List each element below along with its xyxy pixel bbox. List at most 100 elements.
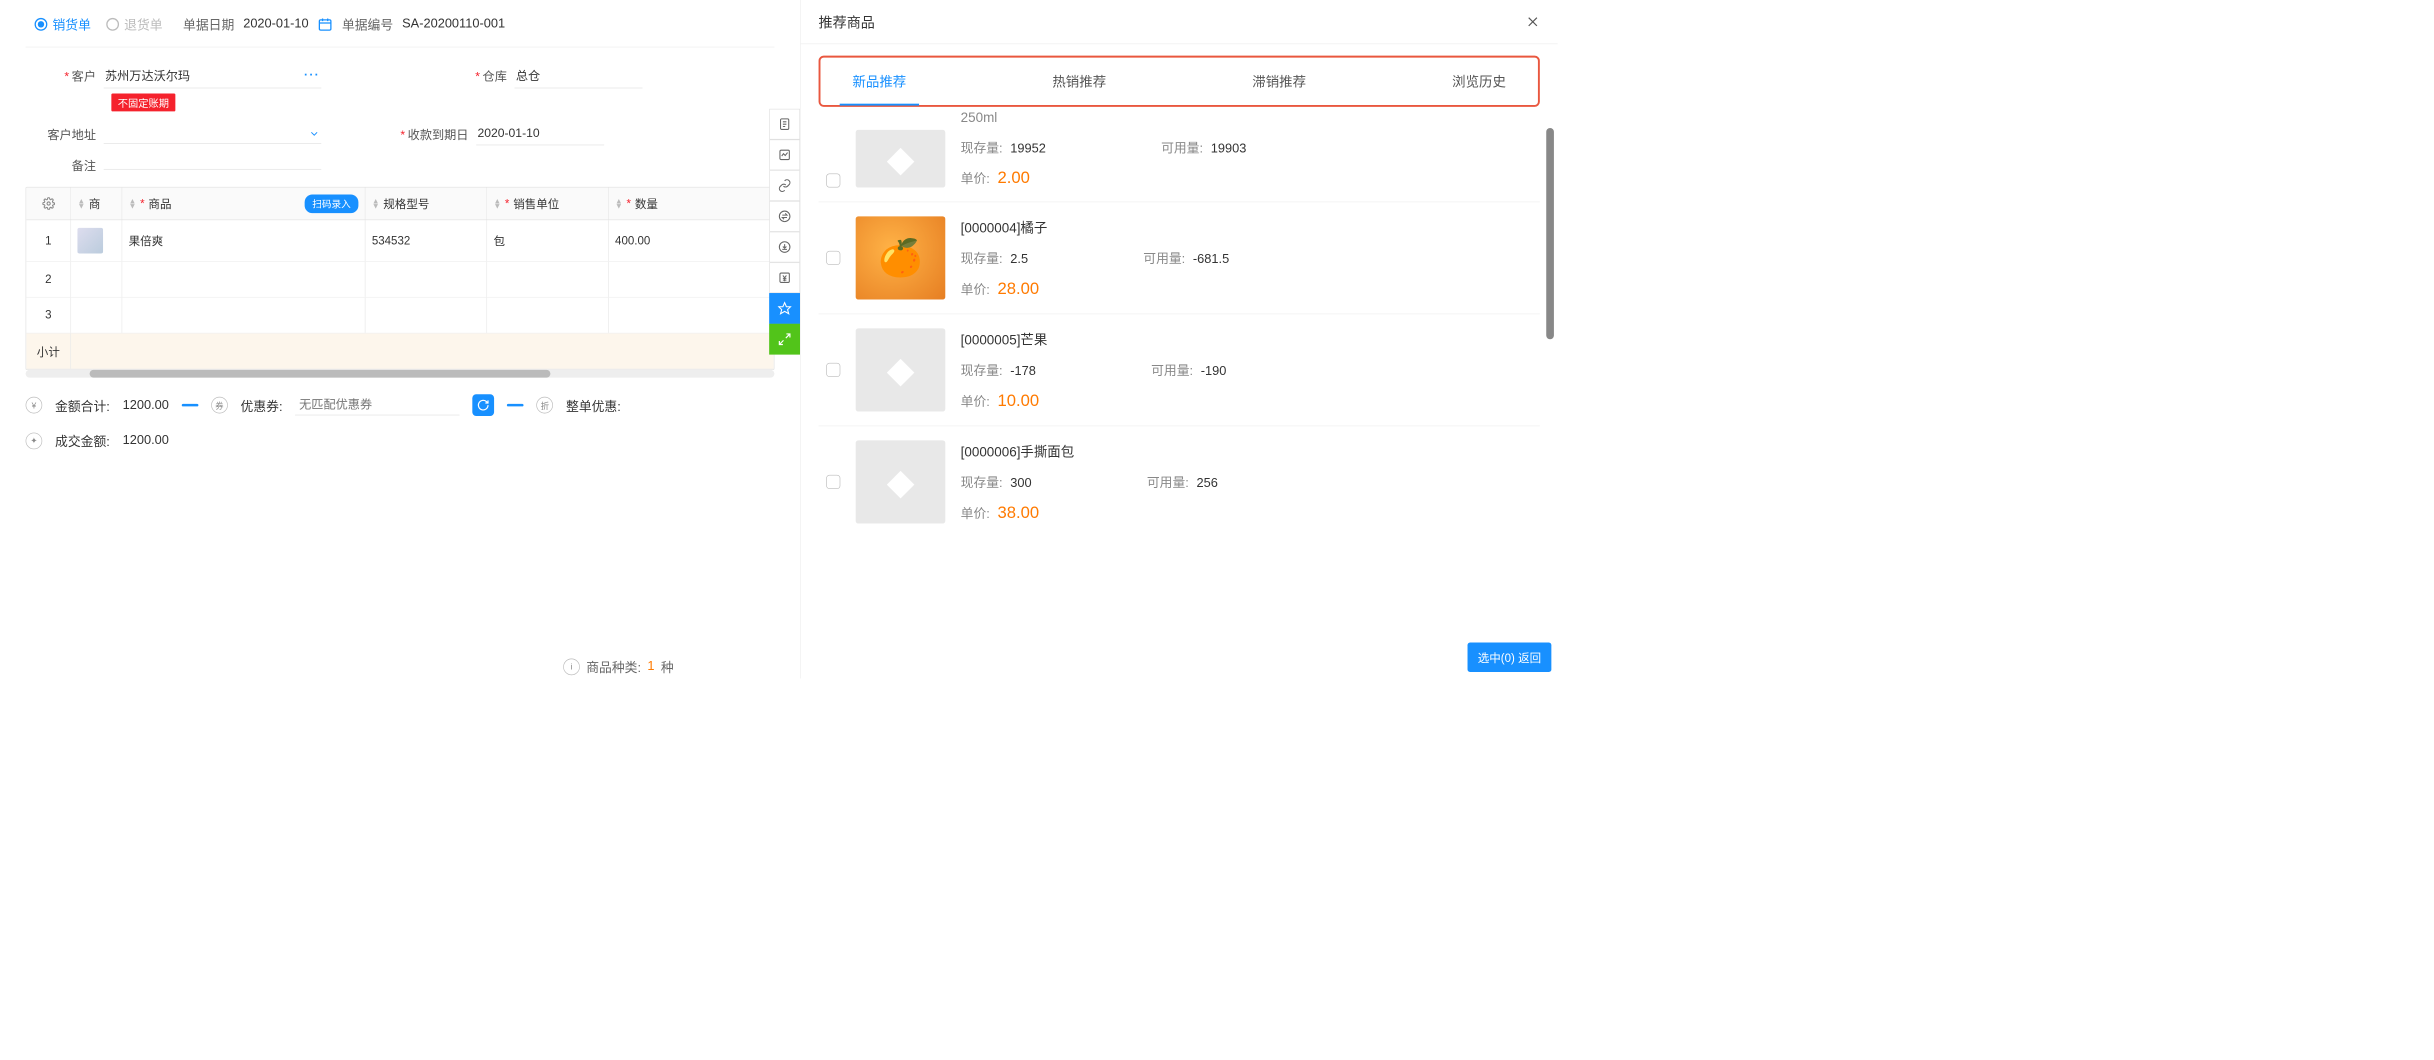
price-label: 单价: xyxy=(961,507,990,521)
deal-amount-label: 成交金额: xyxy=(55,431,110,450)
tab-slow-recommend[interactable]: 滞销推荐 xyxy=(1246,58,1313,105)
column-unit-header[interactable]: ▲▼ * 销售单位 xyxy=(487,188,609,220)
row-index: 2 xyxy=(26,262,71,297)
stock-value: -178 xyxy=(1010,364,1036,378)
panel-title: 推荐商品 xyxy=(819,12,875,32)
address-input[interactable] xyxy=(104,124,322,144)
column-settings[interactable] xyxy=(26,188,71,220)
doc-number-value: SA-20200110-001 xyxy=(402,17,505,32)
kinds-suffix: 种 xyxy=(661,657,674,676)
tool-link-icon[interactable] xyxy=(769,170,800,201)
radio-sales-order[interactable]: 销货单 xyxy=(35,15,91,34)
product-checkbox[interactable] xyxy=(826,251,840,265)
minus-icon xyxy=(507,404,524,407)
tool-document-icon[interactable] xyxy=(769,109,800,140)
stock-value: 2.5 xyxy=(1010,252,1028,266)
tool-currency-icon[interactable] xyxy=(769,262,800,293)
avail-label: 可用量: xyxy=(1147,476,1189,490)
product-title: [0000004]橘子 xyxy=(961,218,1540,237)
column-name-header[interactable]: ▲▼ * 商品 扫码录入 xyxy=(122,188,365,220)
order-discount-label: 整单优惠: xyxy=(566,396,621,415)
row-thumbnail xyxy=(71,220,122,261)
row-index: 1 xyxy=(26,220,71,261)
deal-icon: ✦ xyxy=(26,432,43,449)
warehouse-label: 仓库 xyxy=(436,67,506,84)
product-title: 250ml xyxy=(961,111,1540,126)
row-product-name[interactable]: 果倍爽 xyxy=(122,220,365,261)
due-input[interactable]: 2020-01-10 xyxy=(476,123,604,145)
vertical-scrollbar[interactable] xyxy=(1546,128,1554,339)
tool-expand-icon[interactable] xyxy=(769,324,800,355)
customer-label: 客户 xyxy=(26,67,96,84)
list-item[interactable]: 🍊 [0000004]橘子 现存量:2.5 可用量:-681.5 单价:28.0… xyxy=(819,202,1540,314)
tool-exchange-icon[interactable] xyxy=(769,201,800,232)
table-row[interactable]: 3 xyxy=(26,298,774,334)
horizontal-scrollbar[interactable] xyxy=(26,370,775,378)
table-row[interactable]: 2 xyxy=(26,262,774,298)
avail-value: -190 xyxy=(1201,364,1227,378)
list-item[interactable]: ◆ [0000006]手撕面包 现存量:300 可用量:256 单价:38.00 xyxy=(819,426,1540,537)
doc-date-label: 单据日期 xyxy=(183,15,234,34)
row-unit[interactable]: 包 xyxy=(487,220,609,261)
tab-new-recommend[interactable]: 新品推荐 xyxy=(846,58,913,105)
radio-icon xyxy=(106,18,119,31)
document-header: 销货单 退货单 单据日期 2020-01-10 单据编号 SA-20200110… xyxy=(26,6,775,47)
table-row[interactable]: 1 果倍爽 534532 包 400.00 xyxy=(26,220,774,262)
stock-label: 现存量: xyxy=(961,476,1003,490)
amount-total-label: 金额合计: xyxy=(55,396,110,415)
column-spec-header[interactable]: ▲▼ 规格型号 xyxy=(365,188,487,220)
coupon-label: 优惠券: xyxy=(241,396,283,415)
price-value: 10.00 xyxy=(997,390,1039,409)
coupon-input[interactable] xyxy=(295,395,459,415)
product-checkbox[interactable] xyxy=(826,173,840,187)
more-icon[interactable]: ··· xyxy=(304,68,320,82)
warehouse-value: 总仓 xyxy=(516,67,540,84)
column-qty-label: 数量 xyxy=(635,195,658,212)
chevron-down-icon[interactable] xyxy=(308,128,320,140)
recommendation-tabs: 新品推荐 热销推荐 滞销推荐 浏览历史 xyxy=(819,56,1540,107)
sort-icon: ▲▼ xyxy=(129,198,137,208)
amount-total-value: 1200.00 xyxy=(123,398,169,413)
tool-star-icon[interactable] xyxy=(769,293,800,324)
product-checkbox[interactable] xyxy=(826,363,840,377)
warehouse-input[interactable]: 总仓 xyxy=(515,63,643,89)
price-value: 38.00 xyxy=(997,502,1039,521)
selected-return-button[interactable]: 选中(0) 返回 xyxy=(1468,643,1552,672)
avail-label: 可用量: xyxy=(1161,141,1203,155)
column-thumb-label: 商 xyxy=(89,195,101,212)
row-index: 3 xyxy=(26,298,71,333)
tab-browse-history[interactable]: 浏览历史 xyxy=(1446,58,1513,105)
kinds-label: 商品种类: xyxy=(586,657,641,676)
tool-receive-icon[interactable] xyxy=(769,232,800,263)
tab-hot-recommend[interactable]: 热销推荐 xyxy=(1046,58,1113,105)
close-icon[interactable] xyxy=(1526,15,1540,29)
remark-input[interactable] xyxy=(104,161,322,169)
column-qty-header[interactable]: ▲▼ * 数量 xyxy=(609,188,686,220)
price-value: 2.00 xyxy=(997,168,1029,187)
refresh-button[interactable] xyxy=(473,394,495,416)
remark-label: 备注 xyxy=(26,157,96,174)
radio-return-order[interactable]: 退货单 xyxy=(106,15,162,34)
tool-chart-icon[interactable] xyxy=(769,140,800,171)
customer-input[interactable]: 苏州万达沃尔玛 ··· xyxy=(104,63,322,89)
row-qty[interactable]: 400.00 xyxy=(609,220,686,261)
column-thumb-header[interactable]: ▲▼ 商 xyxy=(71,188,122,220)
price-label: 单价: xyxy=(961,283,990,297)
avail-label: 可用量: xyxy=(1151,364,1193,378)
list-item[interactable]: ◆ 250ml 现存量:19952 可用量:19903 单价:2.00 xyxy=(819,111,1540,203)
price-label: 单价: xyxy=(961,172,990,186)
recommended-products-panel: 推荐商品 新品推荐 热销推荐 滞销推荐 浏览历史 ◆ 250ml 现存量: xyxy=(800,0,1558,678)
product-list[interactable]: ◆ 250ml 现存量:19952 可用量:19903 单价:2.00 🍊 [0… xyxy=(801,111,1558,679)
avail-value: 19903 xyxy=(1211,141,1247,155)
avail-label: 可用量: xyxy=(1143,252,1185,266)
info-icon: i xyxy=(563,658,580,675)
scan-entry-button[interactable]: 扫码录入 xyxy=(305,194,359,213)
radio-icon xyxy=(35,18,48,31)
radio-sales-label: 销货单 xyxy=(52,15,90,34)
sales-order-panel: 销货单 退货单 单据日期 2020-01-10 单据编号 SA-20200110… xyxy=(0,0,800,678)
doc-date-value[interactable]: 2020-01-10 xyxy=(243,17,308,32)
product-checkbox[interactable] xyxy=(826,475,840,489)
calendar-icon[interactable] xyxy=(318,16,333,31)
row-spec[interactable]: 534532 xyxy=(365,220,487,261)
list-item[interactable]: ◆ [0000005]芒果 现存量:-178 可用量:-190 单价:10.00 xyxy=(819,314,1540,426)
